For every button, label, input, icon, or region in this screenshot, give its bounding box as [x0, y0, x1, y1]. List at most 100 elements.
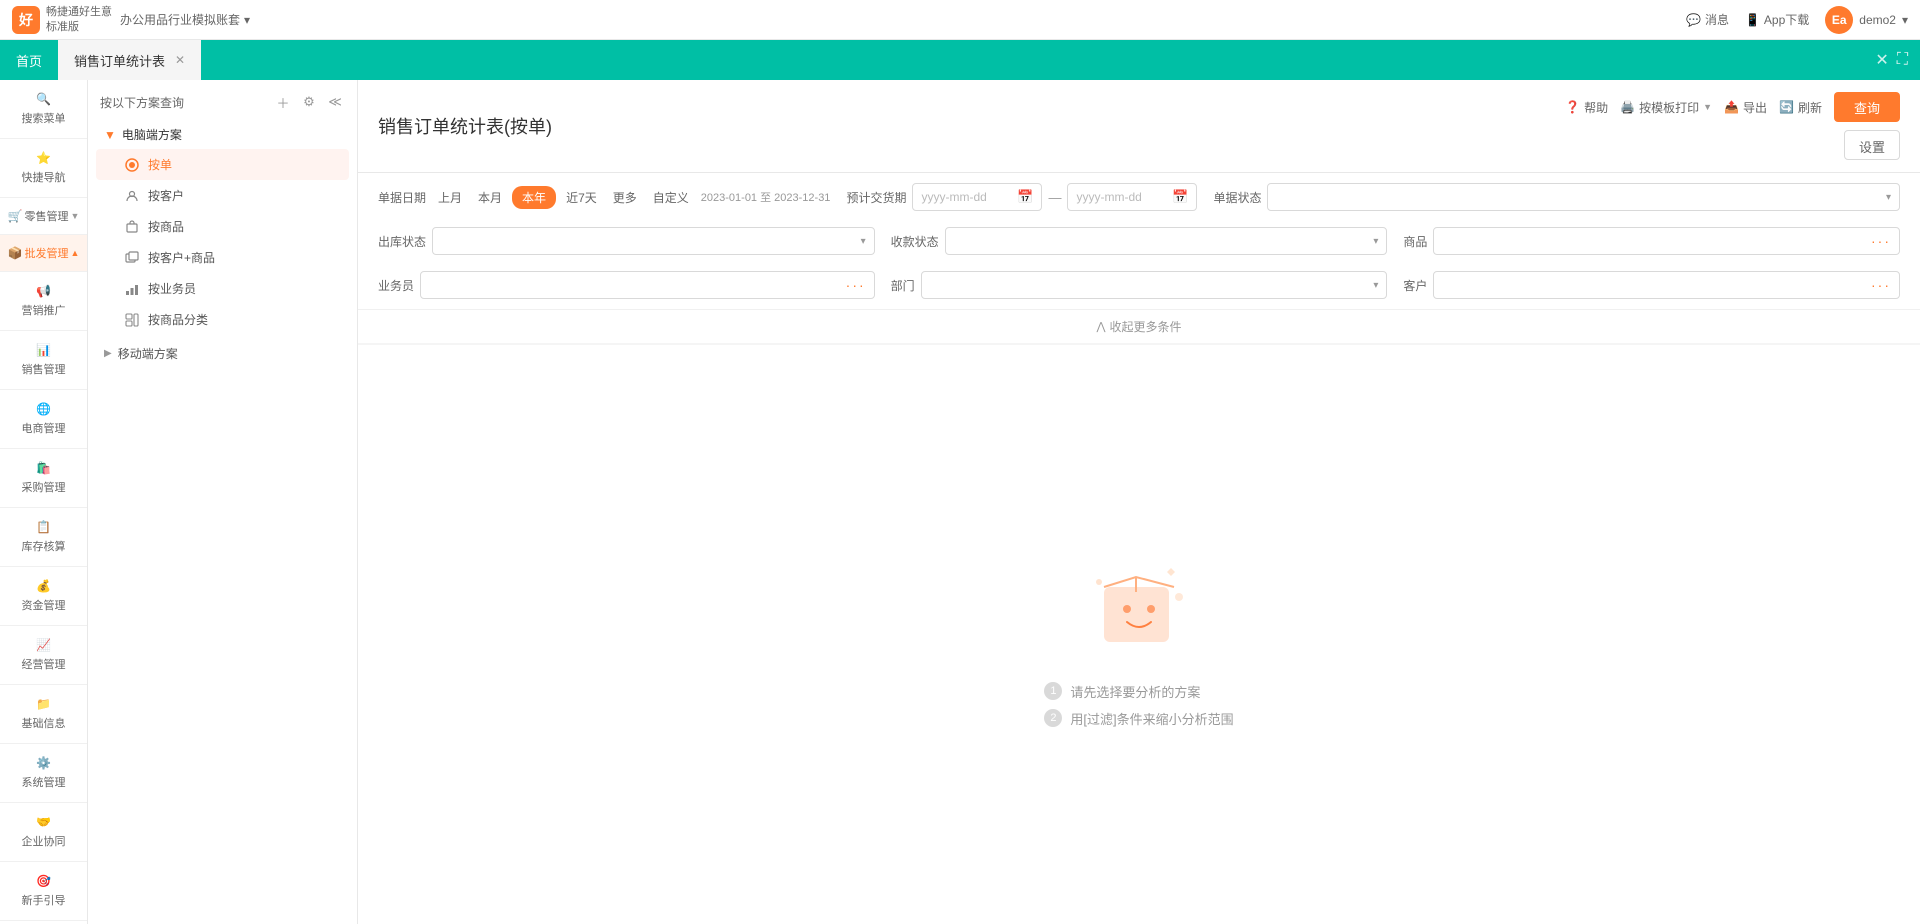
collapse-button[interactable]: ⋀ 收起更多条件: [1096, 318, 1181, 335]
department-select[interactable]: ▾: [921, 271, 1388, 299]
filter-tag-this-month[interactable]: 本月: [472, 186, 508, 209]
filter-tag-more[interactable]: 更多: [607, 186, 643, 209]
end-date-input[interactable]: yyyy-mm-dd 📅: [1067, 183, 1197, 211]
sidebar-item-quick-nav[interactable]: ⭐ 快捷导航: [0, 139, 87, 198]
page-title: 销售订单统计表(按单): [378, 113, 552, 139]
date-range-display: 2023-01-01 至 2023-12-31: [701, 189, 831, 205]
calendar-end-icon[interactable]: 📅: [1172, 189, 1188, 205]
salesperson-select[interactable]: ···: [420, 271, 875, 299]
close-window-icon[interactable]: ✕: [1875, 50, 1888, 70]
filter-tag-custom[interactable]: 自定义: [647, 186, 695, 209]
scheme-by-customer-product[interactable]: 按客户+商品: [96, 242, 349, 273]
by-product-icon: [124, 219, 140, 235]
left-panel-actions: ＋ ⚙ ≪: [273, 92, 345, 112]
print-icon: 🖨️: [1620, 100, 1635, 114]
scheme-by-product[interactable]: 按商品: [96, 211, 349, 242]
logo-text: 畅捷通好生意 标准版: [46, 5, 112, 34]
help-button[interactable]: ❓ 帮助: [1565, 99, 1608, 116]
by-order-icon: [124, 157, 140, 173]
empty-state: 1 请先选择要分析的方案 2 用[过滤]条件来缩小分析范围: [358, 345, 1920, 924]
filter-tag-this-year[interactable]: 本年: [512, 186, 556, 209]
date-separator: —: [1048, 190, 1061, 205]
bill-status-label: 单据状态: [1213, 189, 1261, 206]
by-product-category-icon: [124, 312, 140, 328]
sidebar-item-operations[interactable]: 📈 经营管理: [0, 626, 87, 685]
message-button[interactable]: 💬 消息: [1686, 11, 1729, 28]
app-download-button[interactable]: 📱 App下载: [1745, 11, 1809, 28]
receipt-status-select[interactable]: ▾: [945, 227, 1388, 255]
export-button[interactable]: 📤 导出: [1724, 99, 1767, 116]
search-icon: 🔍: [36, 92, 51, 106]
expected-delivery-label: 预计交货期: [846, 189, 906, 206]
maximize-icon[interactable]: ⛶: [1897, 51, 1908, 69]
scheme-by-product-category[interactable]: 按商品分类: [96, 304, 349, 335]
tab-sales-order-stats[interactable]: 销售订单统计表 ✕: [58, 40, 201, 80]
sidebar-item-basic[interactable]: 📁 基础信息: [0, 685, 87, 744]
logo-area: 好 畅捷通好生意 标准版: [12, 5, 112, 34]
start-date-input[interactable]: yyyy-mm-dd 📅: [912, 183, 1042, 211]
left-panel: 按以下方案查询 ＋ ⚙ ≪ ▼ 电脑端方案 按单: [88, 80, 358, 924]
help-icon: ❓: [1565, 100, 1580, 114]
delivery-status-select[interactable]: ▾: [432, 227, 875, 255]
chevron-down-icon[interactable]: ▾: [244, 13, 250, 27]
system-icon: ⚙️: [36, 756, 51, 770]
sidebar-item-marketing[interactable]: 📢 营销推广: [0, 272, 87, 331]
product-dots-icon[interactable]: ···: [1871, 233, 1891, 249]
hint-num-2: 2: [1044, 709, 1062, 727]
query-button[interactable]: 查询: [1834, 92, 1900, 122]
mobile-scheme-group: ▶ 移动端方案: [88, 339, 357, 368]
customer-select[interactable]: ···: [1433, 271, 1900, 299]
bill-date-label: 单据日期: [378, 189, 426, 206]
sidebar-item-wholesale[interactable]: 📦 批发管理 ▲: [0, 235, 87, 272]
tab-home[interactable]: 首页: [0, 40, 58, 80]
sidebar-item-search[interactable]: 🔍 搜索菜单: [0, 80, 87, 139]
pc-group-header[interactable]: ▼ 电脑端方案: [96, 120, 349, 149]
add-scheme-button[interactable]: ＋: [273, 92, 293, 112]
user-menu[interactable]: Ea demo2 ▾: [1825, 6, 1908, 34]
nav-tabs: 首页 销售订单统计表 ✕ ✕ ⛶: [0, 40, 1920, 80]
page-header-top: 销售订单统计表(按单) ❓ 帮助 🖨️ 按模板打印: [378, 92, 1900, 160]
empty-hint-1: 1 请先选择要分析的方案: [1044, 682, 1233, 701]
sidebar-item-ecommerce[interactable]: 🌐 电商管理: [0, 390, 87, 449]
sidebar-item-system[interactable]: ⚙️ 系统管理: [0, 744, 87, 803]
sidebar-item-retail[interactable]: 🛒 零售管理 ▼: [0, 198, 87, 235]
calendar-start-icon[interactable]: 📅: [1017, 189, 1033, 205]
scheme-by-salesperson[interactable]: 按业务员: [96, 273, 349, 304]
mobile-group-header[interactable]: ▶ 移动端方案: [96, 339, 349, 368]
sidebar-item-newguide[interactable]: 🎯 新手引导: [0, 862, 87, 921]
refresh-button[interactable]: 🔄 刷新: [1779, 99, 1822, 116]
scheme-by-order[interactable]: 按单: [96, 149, 349, 180]
product-select[interactable]: ···: [1433, 227, 1900, 255]
customer-dots-icon[interactable]: ···: [1871, 277, 1891, 293]
filter-tag-7days[interactable]: 近7天: [560, 186, 603, 209]
collapse-panel-button[interactable]: ≪: [325, 92, 345, 112]
sidebar-item-purchase[interactable]: 🛍️ 采购管理: [0, 449, 87, 508]
empty-hints: 1 请先选择要分析的方案 2 用[过滤]条件来缩小分析范围: [1044, 682, 1233, 728]
salesperson-dots-icon[interactable]: ···: [846, 277, 866, 293]
by-customer-icon: [124, 188, 140, 204]
sidebar-item-finance[interactable]: 💰 资金管理: [0, 567, 87, 626]
refresh-icon: 🔄: [1779, 100, 1794, 114]
empty-hint-2: 2 用[过滤]条件来缩小分析范围: [1044, 709, 1233, 728]
sidebar-item-inventory[interactable]: 📋 库存核算: [0, 508, 87, 567]
close-tab-icon[interactable]: ✕: [175, 53, 185, 67]
department-arrow-icon: ▾: [1373, 280, 1378, 291]
window-buttons: ✕ ⛶: [1875, 50, 1920, 70]
collapse-bar[interactable]: ⋀ 收起更多条件: [358, 309, 1920, 343]
bill-status-arrow-icon: ▾: [1886, 192, 1891, 203]
main-layout: 🔍 搜索菜单 ⭐ 快捷导航 🛒 零售管理 ▼ 📦 批发管理 ▲ 📢 营销推广 📊…: [0, 80, 1920, 924]
chevron-down-icon: ▼: [71, 211, 80, 221]
print-arrow-icon: ▼: [1703, 102, 1712, 112]
settings-button[interactable]: 设置: [1844, 130, 1900, 160]
filter-tag-last-month[interactable]: 上月: [432, 186, 468, 209]
sidebar-item-enterprise[interactable]: 🤝 企业协同: [0, 803, 87, 862]
bill-status-select[interactable]: ▾: [1267, 183, 1900, 211]
hint-num-1: 1: [1044, 682, 1062, 700]
collapse-icon: ⋀: [1096, 320, 1105, 333]
sidebar-item-sales[interactable]: 📊 销售管理: [0, 331, 87, 390]
print-button[interactable]: 🖨️ 按模板打印 ▼: [1620, 99, 1712, 116]
scheme-by-customer[interactable]: 按客户: [96, 180, 349, 211]
wholesale-icon: 📦: [8, 246, 23, 260]
empty-illustration: [1079, 542, 1199, 662]
settings-scheme-button[interactable]: ⚙: [299, 92, 319, 112]
